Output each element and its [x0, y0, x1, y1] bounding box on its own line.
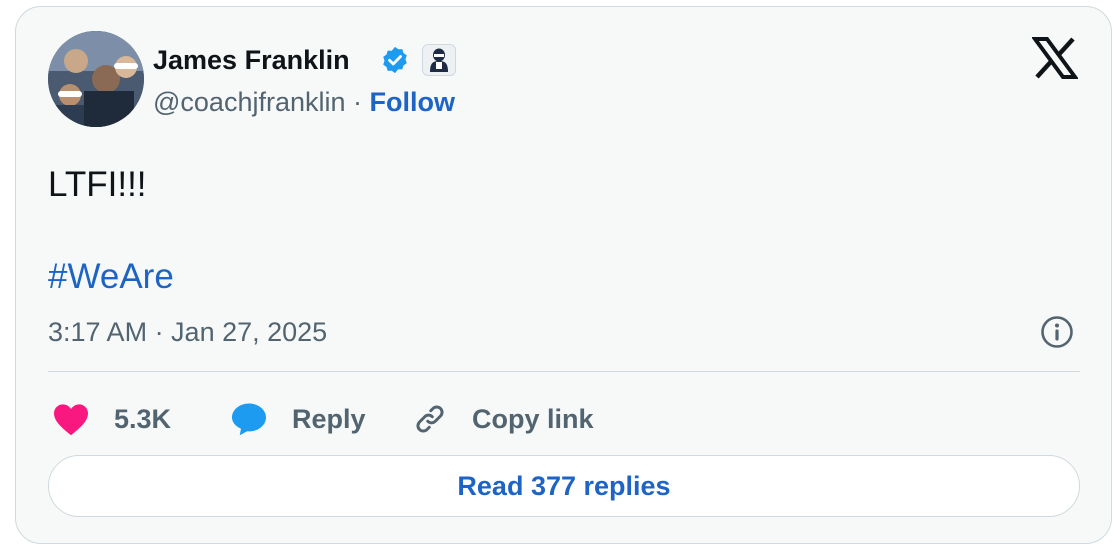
verified-badge-icon	[380, 45, 410, 75]
copy-link-label: Copy link	[472, 403, 594, 434]
author-avatar[interactable]	[48, 31, 144, 127]
x-logo-icon[interactable]	[1031, 35, 1079, 81]
reply-label: Reply	[292, 403, 366, 434]
like-button[interactable]: 5.3K	[52, 399, 171, 439]
heart-icon	[54, 404, 88, 436]
like-count: 5.3K	[114, 403, 172, 434]
follow-button[interactable]: Follow	[370, 87, 455, 117]
author-handle-line: @coachjfranklin · Follow	[153, 87, 455, 118]
author-handle[interactable]: @coachjfranklin	[153, 87, 346, 117]
affiliate-badge-icon[interactable]	[422, 44, 456, 76]
read-replies-button[interactable]: Read 377 replies	[48, 455, 1080, 517]
reply-bubble-icon	[232, 403, 266, 436]
handle-separator: ·	[345, 87, 370, 117]
hashtag-link[interactable]: #WeAre	[48, 257, 174, 297]
author-name[interactable]: James Franklin	[153, 45, 350, 76]
link-icon	[416, 405, 444, 433]
copy-link-button[interactable]: Copy link	[412, 399, 594, 439]
divider	[48, 371, 1080, 372]
info-icon[interactable]	[1040, 315, 1074, 349]
tweet-card: James Franklin @coachjfranklin · Follow …	[15, 6, 1112, 544]
reply-button[interactable]: Reply	[230, 399, 366, 439]
tweet-text: LTFI!!!	[48, 165, 147, 204]
tweet-timestamp[interactable]: 3:17 AM · Jan 27, 2025	[48, 317, 327, 348]
